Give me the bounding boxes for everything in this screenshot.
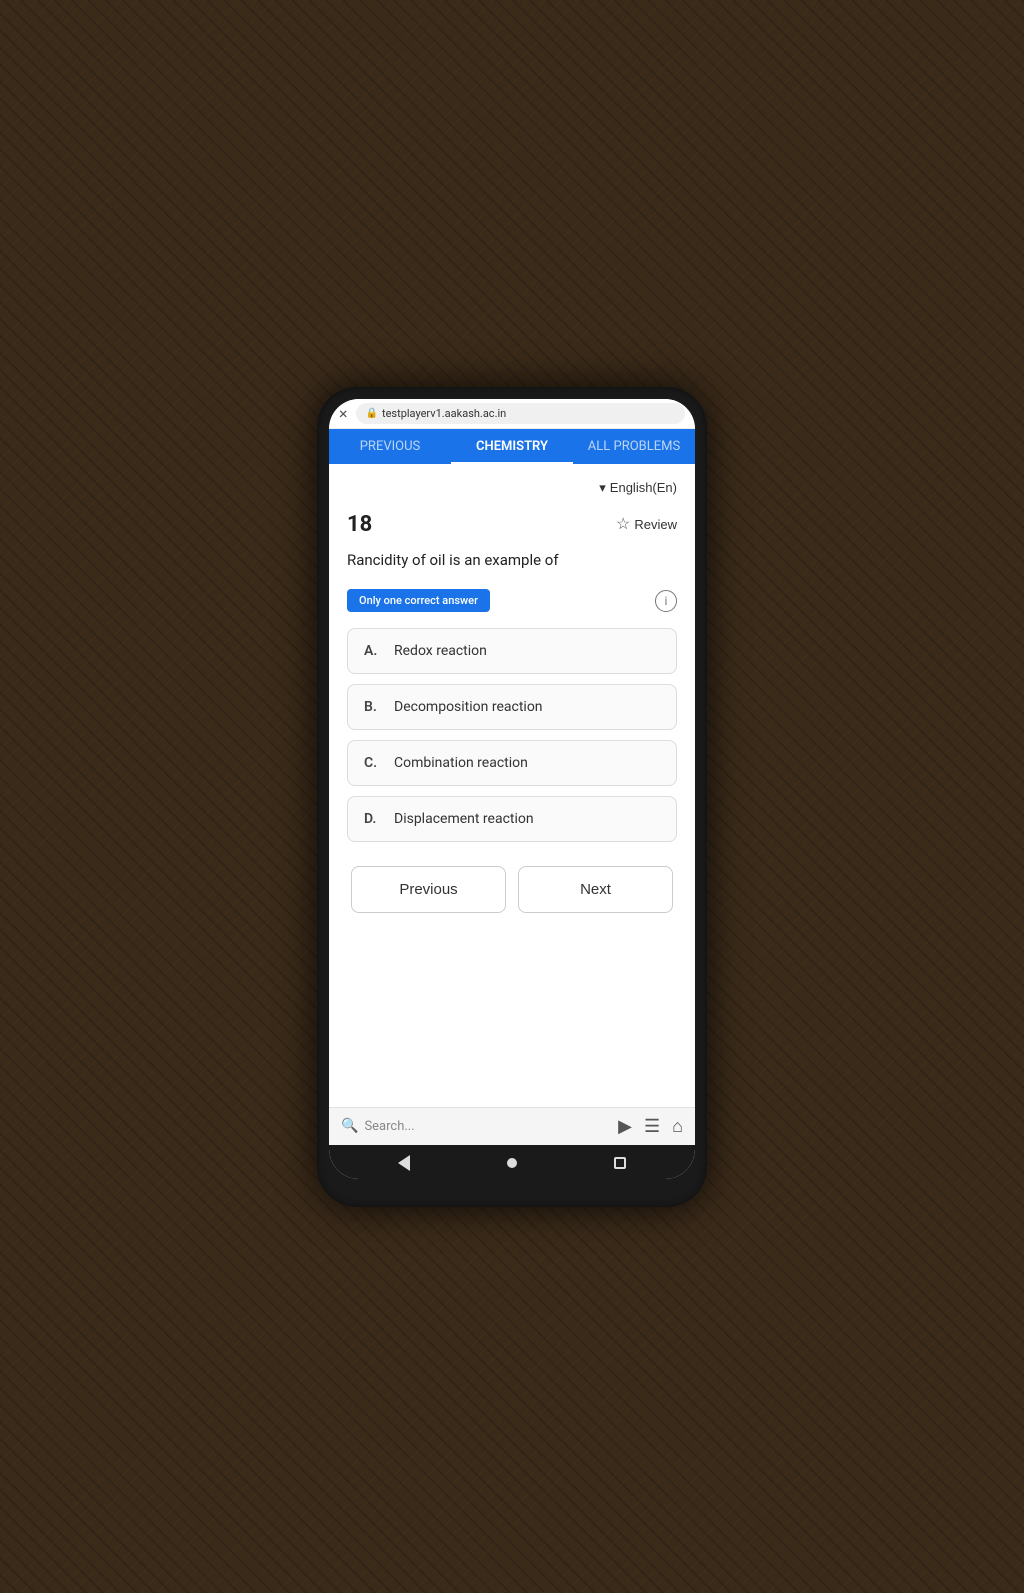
lock-icon: 🔒 bbox=[366, 408, 378, 419]
answer-type-badge: Only one correct answer bbox=[347, 589, 490, 612]
info-icon[interactable]: i bbox=[655, 590, 677, 612]
option-d-text: Displacement reaction bbox=[394, 811, 534, 827]
browser-bar: × 🔒 testplayerv1.aakash.ac.in bbox=[329, 399, 695, 429]
language-dropdown[interactable]: ▾ English(En) bbox=[599, 480, 677, 496]
search-placeholder: Search... bbox=[364, 1119, 414, 1134]
nav-tabs: PREVIOUS CHEMISTRY ALL PROBLEMS bbox=[329, 429, 695, 464]
close-icon[interactable]: × bbox=[339, 404, 348, 423]
nav-buttons: Previous Next bbox=[347, 866, 677, 913]
next-button[interactable]: Next bbox=[518, 866, 673, 913]
language-label: English(En) bbox=[610, 480, 677, 495]
review-button[interactable]: ☆ Review bbox=[616, 514, 677, 534]
language-selector: ▾ English(En) bbox=[347, 480, 677, 496]
url-bar: 🔒 testplayerv1.aakash.ac.in bbox=[356, 403, 685, 424]
option-a-label: A. bbox=[364, 643, 382, 659]
option-c-text: Combination reaction bbox=[394, 755, 528, 771]
option-b[interactable]: B. Decomposition reaction bbox=[347, 684, 677, 730]
tab-chemistry[interactable]: CHEMISTRY bbox=[451, 429, 573, 464]
option-a-text: Redox reaction bbox=[394, 643, 487, 659]
bottom-bar: 🔍 Search... ▶ ☰ ⌂ bbox=[329, 1107, 695, 1145]
home-icon[interactable]: ⌂ bbox=[672, 1116, 683, 1137]
options-list: A. Redox reaction B. Decomposition react… bbox=[347, 628, 677, 842]
question-text: Rancidity of oil is an example of bbox=[347, 549, 677, 572]
answer-type-row: Only one correct answer i bbox=[347, 589, 677, 612]
menu-icon[interactable]: ☰ bbox=[644, 1116, 660, 1137]
option-a[interactable]: A. Redox reaction bbox=[347, 628, 677, 674]
chevron-down-icon: ▾ bbox=[599, 480, 606, 496]
search-area[interactable]: 🔍 Search... bbox=[341, 1118, 606, 1134]
option-c[interactable]: C. Combination reaction bbox=[347, 740, 677, 786]
option-d[interactable]: D. Displacement reaction bbox=[347, 796, 677, 842]
question-number: 18 bbox=[347, 512, 372, 537]
option-c-label: C. bbox=[364, 755, 382, 771]
tab-previous[interactable]: PREVIOUS bbox=[329, 429, 451, 464]
play-icon[interactable]: ▶ bbox=[618, 1116, 632, 1137]
android-nav-bar bbox=[329, 1145, 695, 1179]
star-icon: ☆ bbox=[616, 514, 630, 534]
recents-button[interactable] bbox=[614, 1157, 626, 1169]
review-label: Review bbox=[634, 517, 677, 532]
option-d-label: D. bbox=[364, 811, 382, 827]
home-button[interactable] bbox=[507, 1158, 517, 1168]
search-icon: 🔍 bbox=[341, 1118, 358, 1134]
main-content: ▾ English(En) 18 ☆ Review Rancidity of o… bbox=[329, 464, 695, 1107]
previous-button[interactable]: Previous bbox=[351, 866, 506, 913]
option-b-label: B. bbox=[364, 699, 382, 715]
option-b-text: Decomposition reaction bbox=[394, 699, 543, 715]
tab-all-problems[interactable]: ALL PROBLEMS bbox=[573, 429, 695, 464]
back-button[interactable] bbox=[398, 1155, 410, 1171]
url-text: testplayerv1.aakash.ac.in bbox=[382, 407, 506, 420]
question-header: 18 ☆ Review bbox=[347, 512, 677, 537]
